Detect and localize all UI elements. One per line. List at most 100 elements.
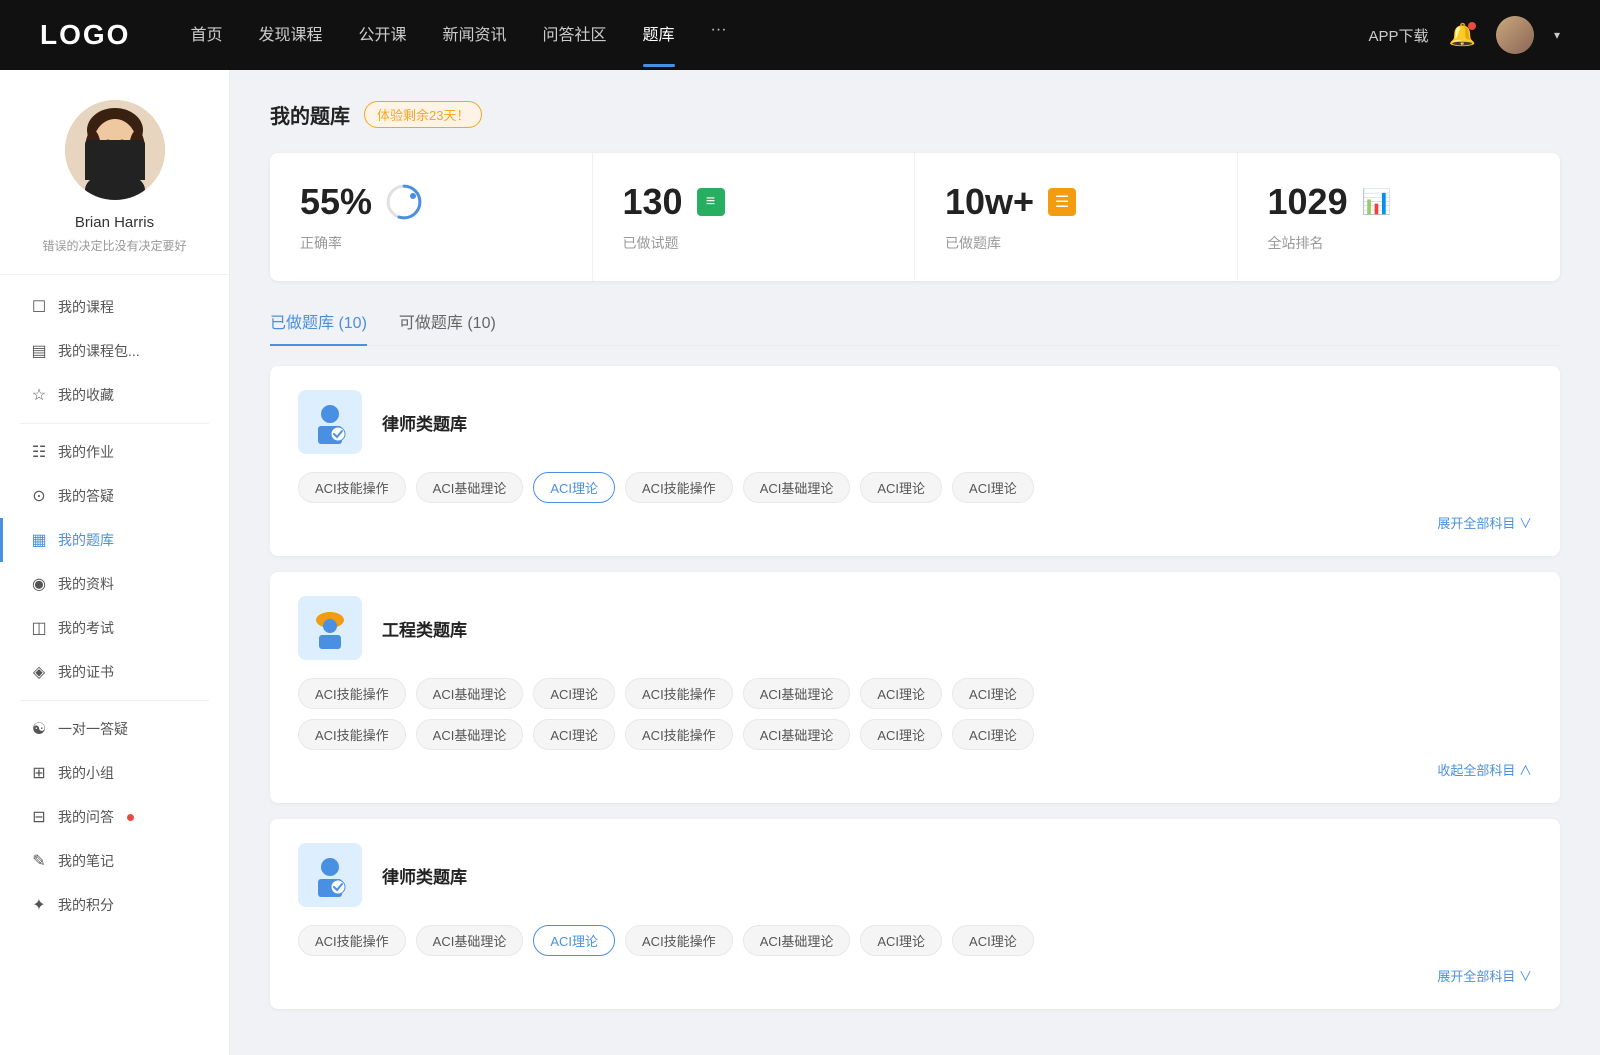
sidebar-label-my-courses: 我的课程 <box>58 297 114 317</box>
sidebar-label-certificate: 我的证书 <box>58 662 114 682</box>
green-doc-icon: ≡ <box>697 188 725 216</box>
sidebar-divider-2 <box>20 700 209 701</box>
sidebar-item-course-packages[interactable]: ▤ 我的课程包... <box>0 329 229 373</box>
sidebar-avatar <box>65 100 165 200</box>
nav-news[interactable]: 新闻资讯 <box>443 21 507 49</box>
sidebar-item-qa[interactable]: ⊙ 我的答疑 <box>0 474 229 518</box>
tag-eng-5[interactable]: ACI理论 <box>860 678 942 709</box>
bank-card-lawyer-2: 律师类题库 ACI技能操作 ACI基础理论 ACI理论 ACI技能操作 ACI基… <box>270 819 1560 1009</box>
nav-qa[interactable]: 问答社区 <box>543 21 607 49</box>
sidebar-item-favorites[interactable]: ☆ 我的收藏 <box>0 373 229 417</box>
nav-questionbank[interactable]: 题库 <box>643 21 675 49</box>
sidebar-item-points[interactable]: ✦ 我的积分 <box>0 883 229 927</box>
notification-bell[interactable]: 🔔 <box>1449 22 1476 48</box>
bank-icon: ▦ <box>30 530 48 550</box>
sidebar-item-1on1[interactable]: ☯ 一对一答疑 <box>0 707 229 751</box>
orange-doc-icon: ☰ <box>1048 188 1076 216</box>
tag-eng-6[interactable]: ACI理论 <box>952 678 1034 709</box>
tag-eng-4[interactable]: ACI基础理论 <box>743 678 851 709</box>
tag-eng2-0[interactable]: ACI技能操作 <box>298 719 406 750</box>
cert-icon: ◈ <box>30 662 48 682</box>
nav-items: 首页 发现课程 公开课 新闻资讯 问答社区 题库 ··· <box>190 21 1368 49</box>
nav-discover[interactable]: 发现课程 <box>258 21 322 49</box>
bank-name-engineer: 工程类题库 <box>382 616 467 641</box>
stat-rank-value: 1029 <box>1268 181 1348 223</box>
sidebar: Brian Harris 错误的决定比没有决定要好 ☐ 我的课程 ▤ 我的课程包… <box>0 70 230 1055</box>
stat-rank: 1029 📊 全站排名 <box>1238 153 1561 281</box>
tag-lawyer2-0[interactable]: ACI技能操作 <box>298 925 406 956</box>
sidebar-item-exam[interactable]: ◫ 我的考试 <box>0 606 229 650</box>
tag-lawyer2-2[interactable]: ACI理论 <box>533 925 615 956</box>
group-icon: ⊞ <box>30 763 48 783</box>
nav-more[interactable]: ··· <box>711 21 727 49</box>
tag-eng2-1[interactable]: ACI基础理论 <box>416 719 524 750</box>
homework-icon: ☷ <box>30 442 48 462</box>
sidebar-label-homework: 我的作业 <box>58 442 114 462</box>
qa-icon: ⊙ <box>30 486 48 506</box>
tags-row-engineer-2: ACI技能操作 ACI基础理论 ACI理论 ACI技能操作 ACI基础理论 AC… <box>298 719 1532 750</box>
sidebar-label-exam: 我的考试 <box>58 618 114 638</box>
tag-lawyer1-0[interactable]: ACI技能操作 <box>298 472 406 503</box>
tag-lawyer1-1[interactable]: ACI基础理论 <box>416 472 524 503</box>
courses-icon: ☐ <box>30 297 48 317</box>
sidebar-item-question-bank[interactable]: ▦ 我的题库 <box>0 518 229 562</box>
tag-lawyer1-5[interactable]: ACI理论 <box>860 472 942 503</box>
collapse-link-engineer[interactable]: 收起全部科目 ∧ <box>298 760 1532 779</box>
main-layout: Brian Harris 错误的决定比没有决定要好 ☐ 我的课程 ▤ 我的课程包… <box>0 70 1600 1055</box>
lawyer-bank-icon-2 <box>298 843 362 907</box>
engineer-avatar-svg <box>304 602 356 654</box>
tag-eng-2[interactable]: ACI理论 <box>533 678 615 709</box>
tab-done-banks[interactable]: 已做题库 (10) <box>270 309 367 345</box>
exam-icon: ◫ <box>30 618 48 638</box>
sidebar-item-notes[interactable]: ✎ 我的笔记 <box>0 839 229 883</box>
tag-lawyer2-3[interactable]: ACI技能操作 <box>625 925 733 956</box>
tag-eng2-5[interactable]: ACI理论 <box>860 719 942 750</box>
engineer-bank-icon <box>298 596 362 660</box>
expand-link-lawyer-2[interactable]: 展开全部科目 ∨ <box>298 966 1532 985</box>
sidebar-label-points: 我的积分 <box>58 895 114 915</box>
page-header: 我的题库 体验剩余23天！ <box>270 100 1560 129</box>
tag-eng2-3[interactable]: ACI技能操作 <box>625 719 733 750</box>
bank-name-lawyer-1: 律师类题库 <box>382 410 467 435</box>
tag-eng-0[interactable]: ACI技能操作 <box>298 678 406 709</box>
tag-lawyer1-2[interactable]: ACI理论 <box>533 472 615 503</box>
tag-lawyer2-6[interactable]: ACI理论 <box>952 925 1034 956</box>
tag-lawyer2-1[interactable]: ACI基础理论 <box>416 925 524 956</box>
nav-opencourse[interactable]: 公开课 <box>358 21 406 49</box>
app-download-link[interactable]: APP下载 <box>1369 25 1429 46</box>
tag-eng-1[interactable]: ACI基础理论 <box>416 678 524 709</box>
sidebar-motto: 错误的决定比没有决定要好 <box>42 237 186 254</box>
sidebar-label-course-packages: 我的课程包... <box>58 341 140 361</box>
tag-eng2-4[interactable]: ACI基础理论 <box>743 719 851 750</box>
1on1-icon: ☯ <box>30 719 48 739</box>
sidebar-username: Brian Harris <box>75 214 154 231</box>
stat-done-questions-value: 130 <box>623 181 683 223</box>
sidebar-item-group[interactable]: ⊞ 我的小组 <box>0 751 229 795</box>
expand-link-lawyer-1[interactable]: 展开全部科目 ∨ <box>298 513 1532 532</box>
tag-eng2-6[interactable]: ACI理论 <box>952 719 1034 750</box>
user-dropdown-arrow[interactable]: ▾ <box>1554 28 1560 42</box>
tag-lawyer2-5[interactable]: ACI理论 <box>860 925 942 956</box>
nav-home[interactable]: 首页 <box>190 21 222 49</box>
tag-lawyer1-6[interactable]: ACI理论 <box>952 472 1034 503</box>
stat-done-questions-top: 130 ≡ <box>623 181 885 223</box>
sidebar-item-homework[interactable]: ☷ 我的作业 <box>0 430 229 474</box>
tag-eng-3[interactable]: ACI技能操作 <box>625 678 733 709</box>
tab-available-banks[interactable]: 可做题库 (10) <box>399 309 496 345</box>
bank-card-engineer-header: 工程类题库 <box>298 596 1532 660</box>
user-avatar[interactable] <box>1496 16 1534 54</box>
sidebar-item-my-qa[interactable]: ⊟ 我的问答 <box>0 795 229 839</box>
tag-lawyer1-3[interactable]: ACI技能操作 <box>625 472 733 503</box>
tag-lawyer2-4[interactable]: ACI基础理论 <box>743 925 851 956</box>
sidebar-item-profile[interactable]: ◉ 我的资料 <box>0 562 229 606</box>
sidebar-item-my-courses[interactable]: ☐ 我的课程 <box>0 285 229 329</box>
stat-done-questions-label: 已做试题 <box>623 233 885 253</box>
bank-card-engineer: 工程类题库 ACI技能操作 ACI基础理论 ACI理论 ACI技能操作 ACI基… <box>270 572 1560 803</box>
sidebar-item-certificate[interactable]: ◈ 我的证书 <box>0 650 229 694</box>
bank-card-lawyer-2-header: 律师类题库 <box>298 843 1532 907</box>
tag-eng2-2[interactable]: ACI理论 <box>533 719 615 750</box>
tag-lawyer1-4[interactable]: ACI基础理论 <box>743 472 851 503</box>
notification-dot <box>1468 22 1476 30</box>
trial-badge: 体验剩余23天！ <box>364 101 482 128</box>
accuracy-circle-icon <box>386 184 422 220</box>
